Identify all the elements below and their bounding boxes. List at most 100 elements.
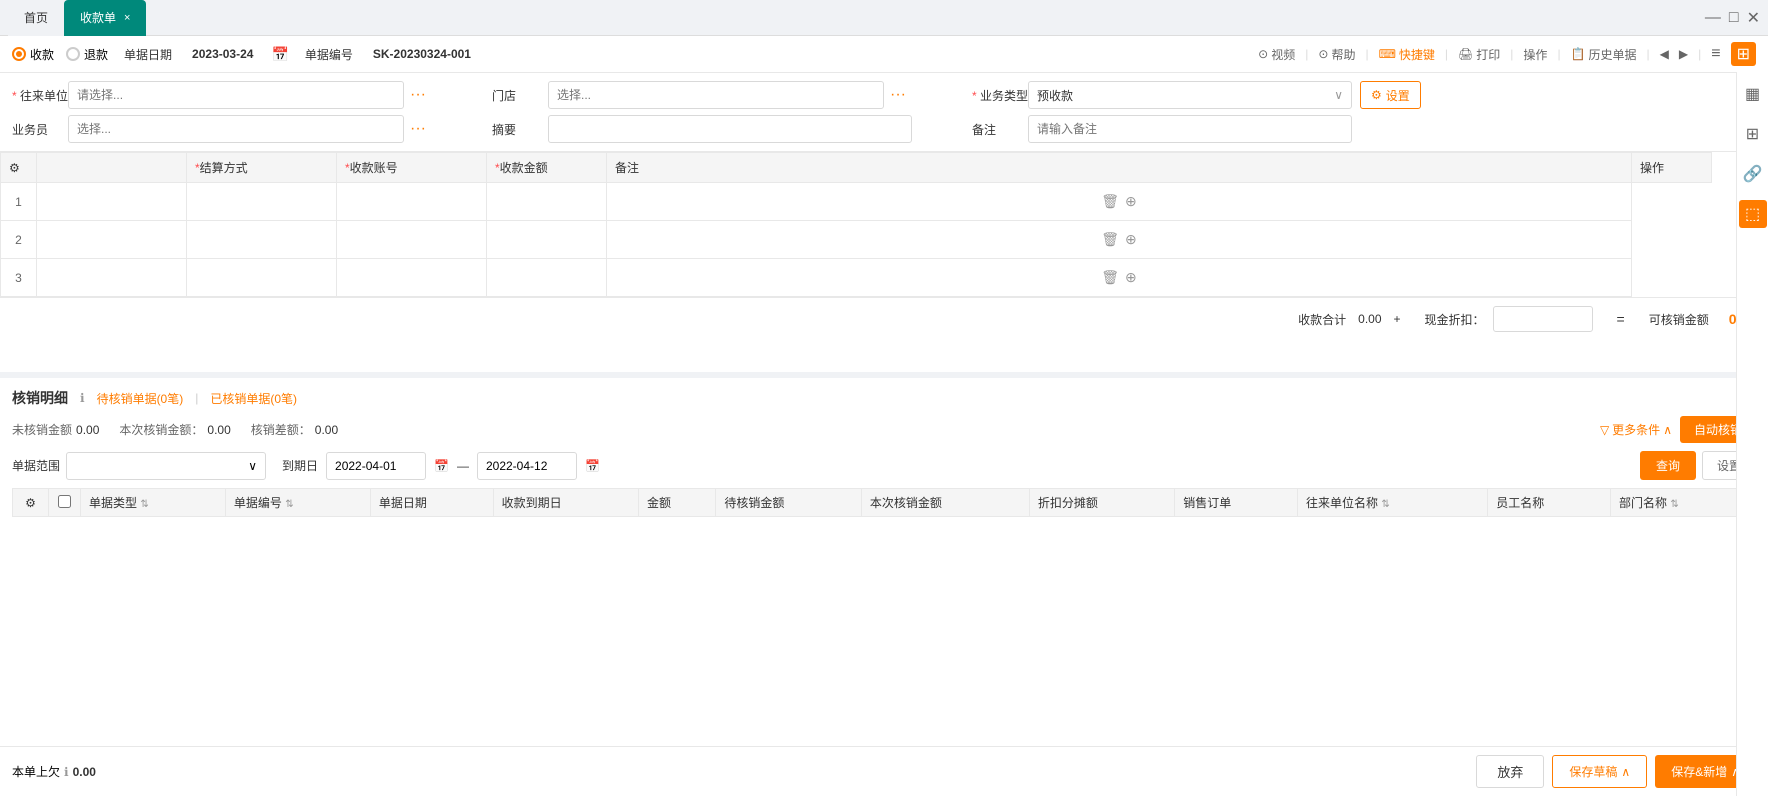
shop-input[interactable] <box>548 81 884 109</box>
receipt-table: ⚙ *结算方式 *收款账号 *收款金额 备注 <box>0 152 1712 297</box>
print-btn[interactable]: 🖨 打印 <box>1458 46 1500 63</box>
counterpart-dots[interactable]: ··· <box>404 86 432 104</box>
settings-button[interactable]: ⚙ 设置 <box>1360 81 1421 109</box>
calendar-end-icon[interactable]: 📅 <box>585 459 600 473</box>
shortcut-btn[interactable]: ⌨ 快捷键 <box>1379 46 1435 63</box>
more-conditions-btn[interactable]: ▽ 更多条件 ∧ <box>1600 421 1672 438</box>
abandon-button[interactable]: 放弃 <box>1476 755 1544 788</box>
row-1-settlement-input[interactable] <box>37 183 186 220</box>
minimize-button[interactable]: — <box>1705 9 1721 27</box>
row-1-account-input[interactable] <box>187 183 336 220</box>
row-1-delete-icon[interactable]: 🗑 <box>1101 193 1119 210</box>
sidebar-icon-1[interactable]: ▦ <box>1739 80 1767 108</box>
row-2-delete-icon[interactable]: 🗑 <box>1101 231 1119 248</box>
grid-view-btn[interactable]: ⊞ <box>1731 42 1756 66</box>
number-label: 单据编号 <box>305 46 353 63</box>
verify-info-icon[interactable]: ℹ <box>80 391 85 405</box>
row-2-settlement-input[interactable] <box>37 221 186 258</box>
radio-refund-dot <box>66 47 80 61</box>
radio-receipt-label: 收款 <box>30 46 54 63</box>
period-info-icon[interactable]: ℹ <box>64 765 69 779</box>
row-2-remark[interactable] <box>487 221 607 259</box>
salesperson-field: 业务员 ··· <box>12 115 432 143</box>
row-num-1: 1 <box>1 183 37 221</box>
row-1-remark-input[interactable] <box>487 183 606 220</box>
discount-input[interactable] <box>1493 306 1593 332</box>
tab-home[interactable]: 首页 <box>8 0 64 36</box>
query-button[interactable]: 查询 <box>1640 451 1696 480</box>
th-remark: 备注 <box>607 153 1632 183</box>
summary-plus: + <box>1394 312 1401 326</box>
tab-receipt[interactable]: 收款单 × <box>64 0 146 36</box>
note-input[interactable] <box>1028 115 1352 143</box>
date-start-input[interactable] <box>326 452 426 480</box>
row-1-remark[interactable] <box>487 183 607 221</box>
history-btn[interactable]: 📋 历史单据 <box>1571 46 1637 63</box>
row-3-account[interactable] <box>187 259 337 297</box>
row-2-settlement[interactable] <box>37 221 187 259</box>
th-settings[interactable]: ⚙ <box>1 153 37 183</box>
row-3-account-input[interactable] <box>187 259 336 296</box>
row-3-remark-input[interactable] <box>487 259 606 296</box>
row-3-settlement-input[interactable] <box>37 259 186 296</box>
counterpart-input[interactable] <box>68 81 404 109</box>
row-1-settlement[interactable] <box>37 183 187 221</box>
vth-type: 单据类型 ⇅ <box>81 489 226 517</box>
row-2-copy-icon[interactable]: ⊕ <box>1125 231 1137 248</box>
note-label: 备注 <box>972 121 1028 138</box>
form-section: 往来单位 ··· 门店 ··· 业务类型 预收款 ∨ <box>0 73 1768 152</box>
video-btn[interactable]: ⊙ 视频 <box>1258 46 1295 63</box>
summary-input[interactable] <box>548 115 912 143</box>
salesperson-input[interactable] <box>68 115 404 143</box>
row-2-remark-input[interactable] <box>487 221 606 258</box>
date-end-input[interactable] <box>477 452 577 480</box>
calendar-icon[interactable]: 📅 <box>271 46 288 63</box>
maximize-button[interactable]: □ <box>1729 9 1739 27</box>
verify-title: 核销明细 <box>12 388 68 408</box>
nav-next-btn[interactable]: ▶ <box>1679 47 1688 61</box>
th-amount: *收款金额 <box>487 153 607 183</box>
calendar-start-icon[interactable]: 📅 <box>434 459 449 473</box>
row-3-amount-input[interactable] <box>337 259 486 296</box>
row-2-account[interactable] <box>187 221 337 259</box>
help-btn[interactable]: ⊙ 帮助 <box>1318 46 1355 63</box>
select-all-checkbox[interactable] <box>58 495 71 508</box>
summary-field: 摘要 <box>492 115 912 143</box>
radio-receipt[interactable]: 收款 <box>12 46 54 63</box>
table-row: 1 🗑 ⊕ <box>1 183 1712 221</box>
vth-checkbox[interactable] <box>49 489 81 517</box>
row-num-3: 3 <box>1 259 37 297</box>
vth-settings[interactable]: ⚙ <box>13 489 49 517</box>
row-1-account[interactable] <box>187 183 337 221</box>
sidebar-icon-2[interactable]: ⊞ <box>1739 120 1767 148</box>
row-1-copy-icon[interactable]: ⊕ <box>1125 193 1137 210</box>
salesperson-dots[interactable]: ··· <box>404 120 432 138</box>
shop-dots[interactable]: ··· <box>884 86 912 104</box>
row-3-settlement[interactable] <box>37 259 187 297</box>
row-3-amount[interactable] <box>337 259 487 297</box>
row-2-amount[interactable] <box>337 221 487 259</box>
row-3-delete-icon[interactable]: 🗑 <box>1101 269 1119 286</box>
list-view-btn[interactable]: ≡ <box>1711 45 1720 63</box>
business-type-select[interactable]: 预收款 ∨ <box>1028 81 1352 109</box>
row-3-copy-icon[interactable]: ⊕ <box>1125 269 1137 286</box>
verify-pending-tab[interactable]: 待核销单据(0笔) <box>97 390 184 407</box>
row-1-amount[interactable] <box>337 183 487 221</box>
vth-order: 销售订单 <box>1175 489 1298 517</box>
radio-refund[interactable]: 退款 <box>66 46 108 63</box>
scope-select[interactable]: ∨ <box>66 452 266 480</box>
sidebar-icon-4[interactable]: ⬚ <box>1739 200 1767 228</box>
operate-btn[interactable]: 操作 <box>1523 46 1547 63</box>
row-2-account-input[interactable] <box>187 221 336 258</box>
close-button[interactable]: ✕ <box>1747 8 1760 28</box>
sidebar-icon-3[interactable]: 🔗 <box>1739 160 1767 188</box>
tab-close-icon[interactable]: × <box>124 12 130 24</box>
row-1-amount-input[interactable] <box>337 183 486 220</box>
vth-current: 本次核销金额 <box>861 489 1029 517</box>
row-2-amount-input[interactable] <box>337 221 486 258</box>
nav-prev-btn[interactable]: ◀ <box>1660 47 1669 61</box>
row-3-remark[interactable] <box>487 259 607 297</box>
verify-verified-tab[interactable]: 已核销单据(0笔) <box>210 390 297 407</box>
draft-button[interactable]: 保存草稿 ∧ <box>1552 755 1647 788</box>
th-account: *收款账号 <box>337 153 487 183</box>
